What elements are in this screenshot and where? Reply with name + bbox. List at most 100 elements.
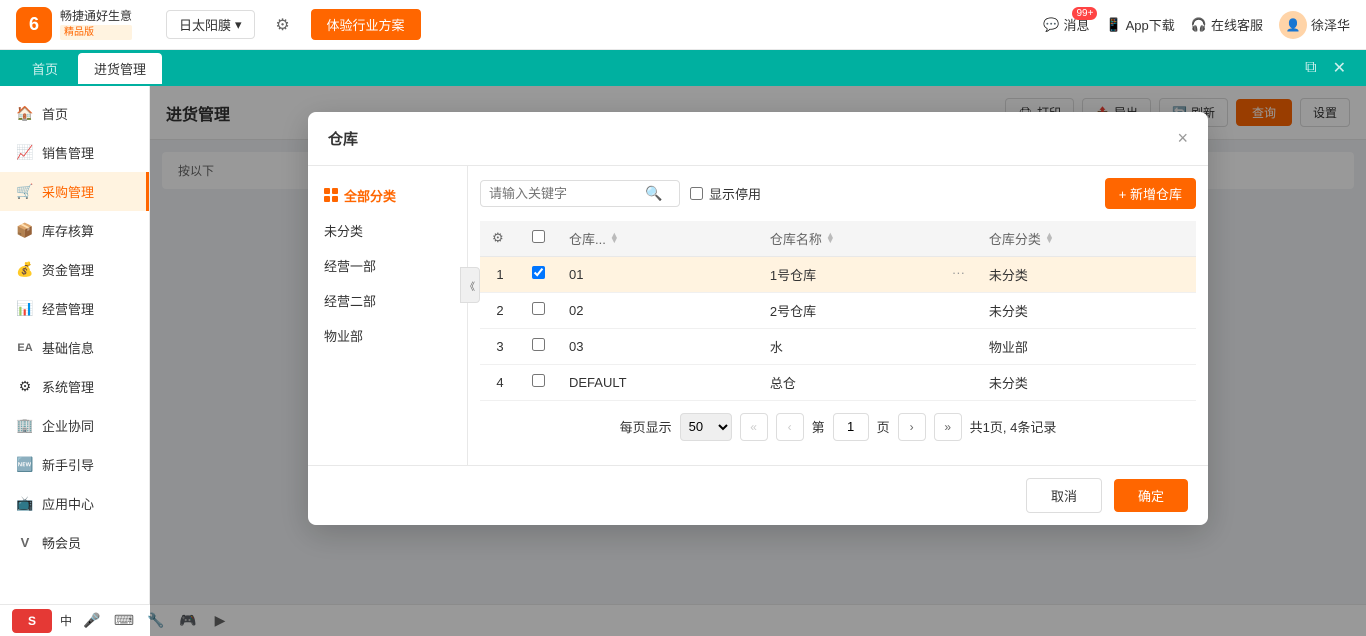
th-code: 仓库... ▲▼ (557, 221, 758, 257)
sort-icon-cat: ▲▼ (1045, 233, 1054, 244)
row-checkbox-cell[interactable] (520, 364, 557, 400)
purchase-icon: 🛒 (16, 183, 34, 201)
sidebar-item-system[interactable]: ⚙ 系统管理 (0, 367, 149, 406)
first-page-button[interactable]: « (740, 413, 768, 441)
modal-sidebar-wrapper: 全部分类 未分类 经营一部 经营二部 物业部 《 (308, 166, 468, 465)
sidebar-item-inventory[interactable]: 📦 库存核算 (0, 211, 149, 250)
show-disabled-checkbox[interactable] (690, 187, 703, 200)
row-checkbox[interactable] (532, 302, 545, 315)
next-page-button[interactable]: › (898, 413, 926, 441)
sidebar-item-basicinfo[interactable]: EA 基础信息 (0, 328, 149, 367)
modal-title: 仓库 (328, 128, 358, 149)
per-page-select[interactable]: 50 10 20 100 (680, 413, 732, 441)
row-more-button[interactable]: ··· (952, 265, 965, 280)
sub-header: 首页 进货管理 ⧉ ✕ (0, 50, 1366, 86)
table-header: ⚙ 仓库... ▲▼ (480, 221, 1196, 257)
user-profile[interactable]: 👤 徐泽华 (1279, 11, 1350, 39)
modal-pagination: 每页显示 50 10 20 100 « ‹ 第 页 (480, 401, 1196, 453)
sidebar-item-guide[interactable]: 🆕 新手引导 (0, 445, 149, 484)
app-download-button[interactable]: 📱 App下载 (1105, 15, 1174, 34)
keyboard-icon[interactable]: ⌨ (112, 609, 136, 633)
table-row[interactable]: 4 DEFAULT 总仓 未分类 (480, 364, 1196, 400)
prev-page-button[interactable]: ‹ (776, 413, 804, 441)
search-input-wrap: 🔍 (480, 180, 680, 207)
category-item-operations1[interactable]: 经营一部 (308, 248, 467, 283)
modal-close-button[interactable]: × (1177, 129, 1188, 147)
row-category: 未分类 (977, 256, 1196, 292)
header-right: 💬 消息 99+ 📱 App下载 🎧 在线客服 👤 徐泽华 (1043, 11, 1350, 39)
warehouse-table: ⚙ 仓库... ▲▼ (480, 221, 1196, 401)
row-checkbox[interactable] (532, 266, 545, 279)
sidebar-collapse-button[interactable]: 《 (460, 267, 480, 303)
mic-icon[interactable]: 🎤 (80, 609, 104, 633)
sidebar-item-operations[interactable]: 📊 经营管理 (0, 289, 149, 328)
row-code: DEFAULT (557, 364, 758, 400)
row-checkbox-cell[interactable] (520, 292, 557, 328)
restore-button[interactable]: ⧉ (1301, 59, 1320, 77)
row-code: 03 (557, 328, 758, 364)
row-checkbox[interactable] (532, 374, 545, 387)
sidebar-item-appcenter[interactable]: 📺 应用中心 (0, 484, 149, 523)
warehouse-table-body: 1 01 1号仓库··· 未分类 2 02 2号仓库 未分类 3 03 水 物业… (480, 256, 1196, 400)
tab-purchase[interactable]: 进货管理 (78, 53, 162, 84)
table-row[interactable]: 1 01 1号仓库··· 未分类 (480, 256, 1196, 292)
store-selector[interactable]: 日太阳膜 ▾ (166, 10, 255, 39)
home-icon: 🏠 (16, 105, 34, 123)
row-code: 02 (557, 292, 758, 328)
operations-icon: 📊 (16, 300, 34, 318)
add-warehouse-button[interactable]: + 新增仓库 (1105, 178, 1196, 209)
cancel-button[interactable]: 取消 (1026, 478, 1102, 513)
row-checkbox[interactable] (532, 338, 545, 351)
last-page-button[interactable]: » (934, 413, 962, 441)
row-index: 3 (480, 328, 520, 364)
show-disabled-checkbox-label[interactable]: 显示停用 (690, 184, 761, 203)
row-index: 1 (480, 256, 520, 292)
ime-logo: S (12, 609, 52, 633)
row-index: 4 (480, 364, 520, 400)
sidebar-item-enterprise[interactable]: 🏢 企业协同 (0, 406, 149, 445)
collapse-icon: 《 (465, 278, 475, 293)
online-service-button[interactable]: 🎧 在线客服 (1191, 15, 1263, 34)
search-input[interactable] (489, 186, 639, 201)
warehouse-modal: 仓库 × 全部分类 未分类 (308, 112, 1208, 525)
page-number-input[interactable] (833, 413, 869, 441)
row-code: 01 (557, 256, 758, 292)
sidebar-item-home[interactable]: 🏠 首页 (0, 94, 149, 133)
row-checkbox-cell[interactable] (520, 256, 557, 292)
gear-icon[interactable]: ⚙ (492, 230, 504, 245)
messages-button[interactable]: 💬 消息 99+ (1043, 15, 1089, 34)
table-row[interactable]: 2 02 2号仓库 未分类 (480, 292, 1196, 328)
phone-icon: 📱 (1105, 17, 1121, 33)
chevron-down-icon: ▾ (235, 17, 242, 33)
sidebar-item-finance[interactable]: 💰 资金管理 (0, 250, 149, 289)
finance-icon: 💰 (16, 261, 34, 279)
category-item-operations2[interactable]: 经营二部 (308, 283, 467, 318)
sub-header-controls: ⧉ ✕ (1301, 58, 1350, 78)
sidebar-item-sales[interactable]: 📈 销售管理 (0, 133, 149, 172)
row-checkbox-cell[interactable] (520, 328, 557, 364)
category-all-header[interactable]: 全部分类 (308, 178, 467, 213)
settings-icon[interactable]: ⚙ (267, 9, 299, 41)
warehouse-table-container: ⚙ 仓库... ▲▼ (480, 221, 1196, 401)
sidebar-item-membership[interactable]: V 畅会员 (0, 523, 149, 562)
table-row[interactable]: 3 03 水 物业部 (480, 328, 1196, 364)
tab-home[interactable]: 首页 (16, 53, 74, 84)
close-tab-button[interactable]: ✕ (1329, 58, 1350, 78)
sidebar: 🏠 首页 📈 销售管理 🛒 采购管理 📦 库存核算 💰 资金管理 📊 经营管理 … (0, 86, 150, 636)
sidebar-item-purchase[interactable]: 🛒 采购管理 (0, 172, 149, 211)
row-category: 物业部 (977, 328, 1196, 364)
row-name: 水 (758, 328, 977, 364)
row-index: 2 (480, 292, 520, 328)
modal-category-sidebar: 全部分类 未分类 经营一部 经营二部 物业部 (308, 166, 468, 465)
search-icon[interactable]: 🔍 (645, 185, 662, 202)
category-item-property[interactable]: 物业部 (308, 318, 467, 353)
th-category: 仓库分类 ▲▼ (977, 221, 1196, 257)
main-layout: 🏠 首页 📈 销售管理 🛒 采购管理 📦 库存核算 💰 资金管理 📊 经营管理 … (0, 86, 1366, 636)
trial-button[interactable]: 体验行业方案 (311, 9, 421, 40)
category-item-unclassified[interactable]: 未分类 (308, 213, 467, 248)
sort-icon-name: ▲▼ (826, 233, 835, 244)
confirm-button[interactable]: 确定 (1114, 479, 1188, 512)
row-category: 未分类 (977, 292, 1196, 328)
select-all-checkbox[interactable] (532, 230, 545, 243)
grid-icon (324, 188, 338, 202)
